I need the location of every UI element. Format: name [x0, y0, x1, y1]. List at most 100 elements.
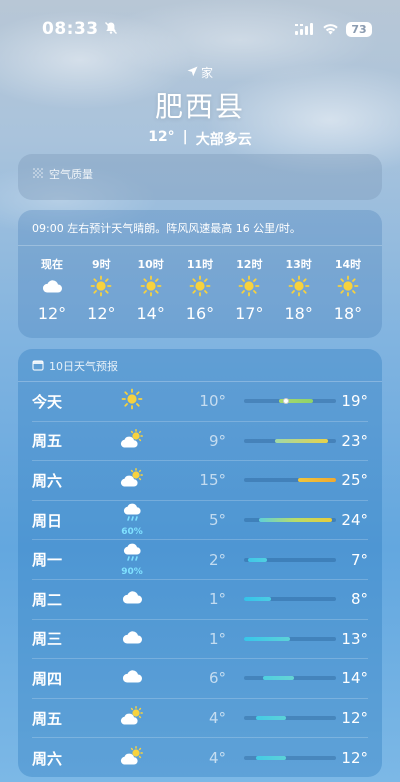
forecast-title: 10日天气预报: [49, 360, 118, 373]
hour-temp: 18°: [284, 304, 313, 323]
forecast-low: 6°: [208, 669, 226, 688]
forecast-high: 8°: [350, 590, 368, 609]
hourly-item: 现在 12°: [32, 256, 72, 323]
forecast-row[interactable]: 周二 1° 8°: [32, 580, 368, 620]
status-time: 08:33: [42, 19, 99, 39]
temp-range-fill: [259, 518, 333, 523]
separator: |: [182, 129, 188, 145]
forecast-low: 5°: [208, 511, 226, 530]
sun-icon: [140, 272, 162, 300]
current-condition: 大部多云: [195, 132, 252, 148]
temp-range-fill: [274, 438, 329, 443]
forecast-day: 周五: [32, 432, 63, 451]
forecast-day: 周四: [32, 669, 63, 688]
forecast-high: 25°: [341, 471, 368, 490]
forecast-high: 13°: [341, 629, 368, 648]
hour-temp: 14°: [136, 304, 165, 323]
air-quality-icon: [32, 167, 44, 182]
temp-range-bar: [244, 557, 336, 562]
ten-day-forecast-card[interactable]: 10日天气预报 今天 10° 19° 周五 9° 23° 周六 15° 25° 周日 60% 5° 24…: [18, 349, 382, 777]
temp-range-bar: [244, 756, 336, 761]
temp-range-bar: [244, 438, 336, 443]
forecast-high: 12°: [341, 709, 368, 728]
forecast-row[interactable]: 周五 9° 23°: [32, 422, 368, 462]
air-quality-card[interactable]: 空气质量: [18, 154, 382, 200]
forecast-day: 周一: [32, 551, 63, 570]
forecast-low: 1°: [208, 590, 226, 609]
hour-label: 14时: [334, 258, 362, 271]
battery-indicator: 73: [346, 21, 372, 37]
hour-temp: 12°: [87, 304, 116, 323]
bell-muted-icon: [104, 20, 118, 39]
forecast-low: 4°: [208, 709, 226, 728]
forecast-low: 2°: [208, 550, 226, 569]
hourly-summary: 09:00 左右预计天气晴朗。阵风风速最高 16 公里/时。: [18, 210, 382, 246]
hourly-item: 9时 12°: [81, 256, 121, 323]
forecast-row[interactable]: 周一 90% 2° 7°: [32, 540, 368, 580]
calendar-icon: [32, 359, 44, 374]
forecast-day: 周五: [32, 709, 63, 728]
sun-icon: [189, 272, 211, 300]
sun-icon: [90, 272, 112, 300]
hour-temp: 16°: [185, 304, 215, 323]
temp-range-fill: [297, 478, 336, 483]
temp-range-bar: [244, 716, 336, 721]
temp-range-fill: [263, 676, 294, 681]
hour-label: 现在: [41, 258, 63, 271]
status-bar: 08:33 73: [0, 0, 400, 58]
forecast-high: 12°: [341, 749, 368, 768]
forecast-row[interactable]: 周六 15° 25°: [32, 461, 368, 501]
forecast-day: 今天: [32, 392, 63, 411]
current-temp: 12°: [148, 129, 175, 145]
forecast-row[interactable]: 周五 4° 12°: [32, 699, 368, 739]
forecast-row[interactable]: 周三 1° 13°: [32, 620, 368, 660]
location-header: 家 肥西县 12° | 大部多云: [0, 64, 400, 149]
forecast-high: 24°: [341, 511, 368, 530]
hour-label: 12时: [236, 258, 263, 271]
hourly-item: 13时 18°: [279, 256, 319, 323]
forecast-row[interactable]: 周日 60% 5° 24°: [32, 501, 368, 541]
city-name: 肥西县: [154, 90, 245, 123]
partly-cloudy-icon: [119, 428, 145, 453]
forecast-low: 10°: [199, 392, 226, 411]
hourly-list[interactable]: 现在 12° 9时 12° 10时 14° 11时 16° 12时 17° 13时 18° 14时 18°: [18, 246, 382, 323]
forecast-row[interactable]: 今天 10° 19°: [32, 382, 368, 422]
hourly-forecast-card[interactable]: 09:00 左右预计天气晴朗。阵风风速最高 16 公里/时。 现在 12° 9时 12…: [18, 210, 382, 338]
temp-range-bar: [244, 518, 336, 523]
temp-range-bar: [244, 636, 336, 641]
temp-range-fill: [244, 636, 290, 641]
hourly-item: 14时 18°: [328, 256, 368, 323]
forecast-row[interactable]: 周六 4° 12°: [32, 738, 368, 778]
temp-range-bar: [244, 676, 336, 681]
cloud-icon: [41, 272, 63, 300]
cloud-icon: [121, 589, 143, 609]
air-quality-title: 空气质量: [49, 168, 93, 181]
forecast-high: 23°: [341, 431, 368, 450]
cloud-icon: [121, 668, 143, 688]
forecast-row[interactable]: 周四 6° 14°: [32, 659, 368, 699]
hourly-item: 11时 16°: [180, 256, 220, 323]
temp-range-bar: [244, 597, 336, 602]
current-temp-dot: [283, 398, 290, 405]
hour-label: 11时: [186, 258, 214, 271]
temp-range-fill: [244, 597, 271, 602]
partly-cloudy-icon: [119, 468, 145, 492]
forecast-day: 周六: [32, 471, 63, 490]
rain-icon: [121, 543, 143, 567]
temp-range-fill: [255, 756, 287, 761]
forecast-high: 19°: [341, 392, 368, 411]
forecast-day: 周六: [32, 749, 63, 768]
partly-cloudy-icon: [119, 746, 145, 770]
temp-range-bar: [244, 478, 336, 483]
hour-label: 13时: [285, 258, 312, 271]
cellular-signal-icon: [295, 20, 315, 39]
temp-range-fill: [247, 557, 267, 562]
forecast-low: 1°: [208, 629, 226, 648]
temp-range-bar: [244, 398, 336, 405]
wifi-icon: [322, 20, 339, 39]
forecast-day: 周二: [32, 590, 63, 609]
hourly-item: 10时 14°: [131, 256, 171, 323]
cloud-icon: [121, 629, 143, 649]
forecast-high: 14°: [341, 669, 368, 688]
forecast-low: 9°: [208, 431, 226, 450]
